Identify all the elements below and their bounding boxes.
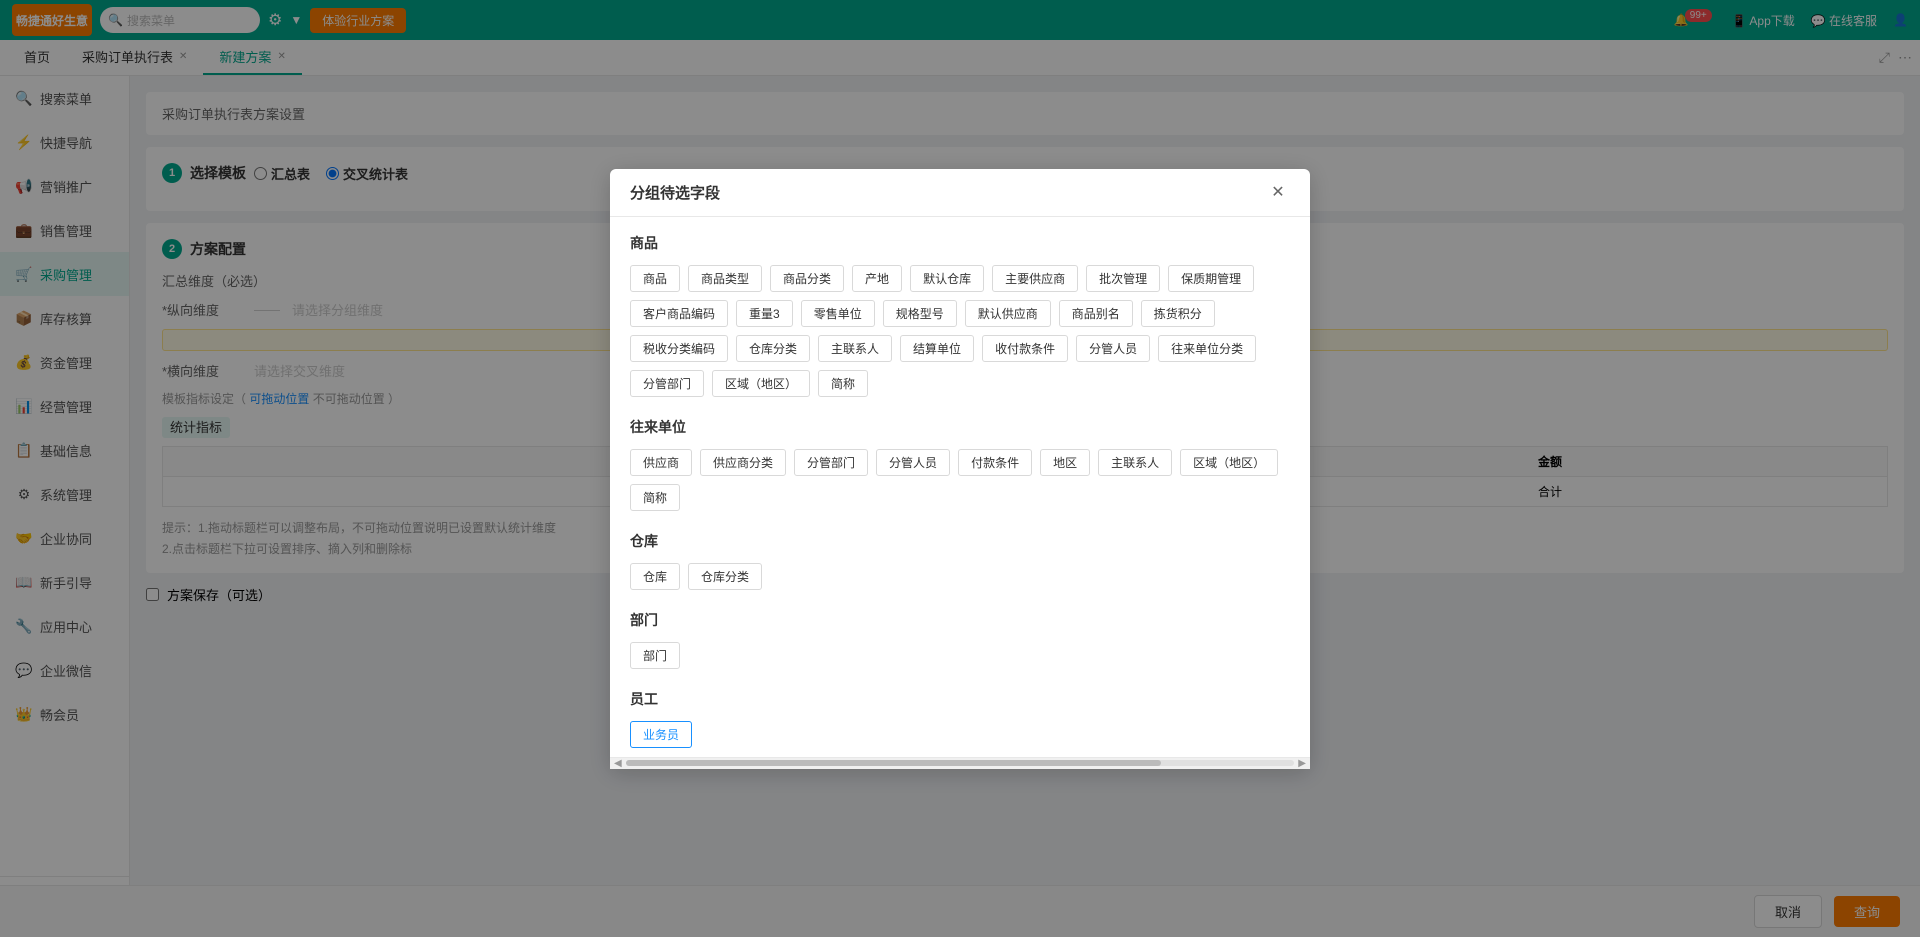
section-product-title: 商品 (630, 233, 1290, 253)
warehouse-fields: 仓库 仓库分类 (630, 563, 1290, 590)
field-area[interactable]: 地区 (1040, 449, 1090, 476)
field-partner-category[interactable]: 往来单位分类 (1158, 335, 1256, 362)
field-product-category[interactable]: 商品分类 (770, 265, 844, 292)
field-default-supplier[interactable]: 默认供应商 (965, 300, 1051, 327)
partner-fields: 供应商 供应商分类 分管部门 分管人员 付款条件 地区 主联系人 区域（地区） … (630, 449, 1290, 511)
modal-header: 分组待选字段 ✕ (610, 169, 1310, 217)
product-fields: 商品 商品类型 商品分类 产地 默认仓库 主要供应商 批次管理 保质期管理 客户… (630, 265, 1290, 397)
section-partner: 往来单位 供应商 供应商分类 分管部门 分管人员 付款条件 地区 主联系人 区域… (630, 417, 1290, 511)
field-warehouse-cat[interactable]: 仓库分类 (688, 563, 762, 590)
field-batch-mgmt[interactable]: 批次管理 (1086, 265, 1160, 292)
field-product-alias[interactable]: 商品别名 (1059, 300, 1133, 327)
field-expiry-mgmt[interactable]: 保质期管理 (1168, 265, 1254, 292)
department-fields: 部门 (630, 642, 1290, 669)
field-pick-points[interactable]: 拣货积分 (1141, 300, 1215, 327)
modal-body[interactable]: 商品 商品 商品类型 商品分类 产地 默认仓库 主要供应商 批次管理 保质期管理… (610, 217, 1310, 757)
field-product-type[interactable]: 商品类型 (688, 265, 762, 292)
modal-close-button[interactable]: ✕ (1266, 180, 1290, 204)
section-product: 商品 商品 商品类型 商品分类 产地 默认仓库 主要供应商 批次管理 保质期管理… (630, 233, 1290, 397)
field-partner-shortname[interactable]: 简称 (630, 484, 680, 511)
field-partner-dept[interactable]: 分管部门 (794, 449, 868, 476)
field-payment-terms[interactable]: 收付款条件 (982, 335, 1068, 362)
field-region[interactable]: 区域（地区） (712, 370, 810, 397)
section-partner-title: 往来单位 (630, 417, 1290, 437)
field-partner-contact[interactable]: 主联系人 (1098, 449, 1172, 476)
field-salesperson[interactable]: 业务员 (630, 721, 692, 748)
section-department: 部门 部门 (630, 610, 1290, 669)
field-origin[interactable]: 产地 (852, 265, 902, 292)
modal-overlay: 分组待选字段 ✕ 商品 商品 商品类型 商品分类 产地 默认仓库 主要供应商 批… (0, 0, 1920, 937)
modal-title: 分组待选字段 (630, 182, 720, 203)
field-supplier-category[interactable]: 供应商分类 (700, 449, 786, 476)
field-weight[interactable]: 重量3 (736, 300, 793, 327)
field-department[interactable]: 部门 (630, 642, 680, 669)
hscroll-track[interactable] (626, 760, 1295, 766)
field-settle-unit[interactable]: 结算单位 (900, 335, 974, 362)
field-select-modal: 分组待选字段 ✕ 商品 商品 商品类型 商品分类 产地 默认仓库 主要供应商 批… (610, 169, 1310, 769)
field-manager[interactable]: 分管人员 (1076, 335, 1150, 362)
modal-horizontal-scrollbar[interactable]: ◀ ▶ (610, 757, 1310, 769)
section-warehouse-title: 仓库 (630, 531, 1290, 551)
field-payment-condition[interactable]: 付款条件 (958, 449, 1032, 476)
field-main-contact[interactable]: 主联系人 (818, 335, 892, 362)
field-main-supplier[interactable]: 主要供应商 (992, 265, 1078, 292)
section-employee: 员工 业务员 (630, 689, 1290, 748)
field-spec-model[interactable]: 规格型号 (883, 300, 957, 327)
field-warehouse[interactable]: 仓库 (630, 563, 680, 590)
field-short-name[interactable]: 简称 (818, 370, 868, 397)
field-retail-unit[interactable]: 零售单位 (801, 300, 875, 327)
field-partner-region[interactable]: 区域（地区） (1180, 449, 1278, 476)
field-warehouse-category[interactable]: 仓库分类 (736, 335, 810, 362)
field-tax-code[interactable]: 税收分类编码 (630, 335, 728, 362)
hscroll-thumb[interactable] (626, 760, 1161, 766)
section-employee-title: 员工 (630, 689, 1290, 709)
section-department-title: 部门 (630, 610, 1290, 630)
section-warehouse: 仓库 仓库 仓库分类 (630, 531, 1290, 590)
field-supplier[interactable]: 供应商 (630, 449, 692, 476)
employee-fields: 业务员 (630, 721, 1290, 748)
field-customer-code[interactable]: 客户商品编码 (630, 300, 728, 327)
field-partner-manager[interactable]: 分管人员 (876, 449, 950, 476)
field-default-warehouse[interactable]: 默认仓库 (910, 265, 984, 292)
field-dept[interactable]: 分管部门 (630, 370, 704, 397)
field-product[interactable]: 商品 (630, 265, 680, 292)
